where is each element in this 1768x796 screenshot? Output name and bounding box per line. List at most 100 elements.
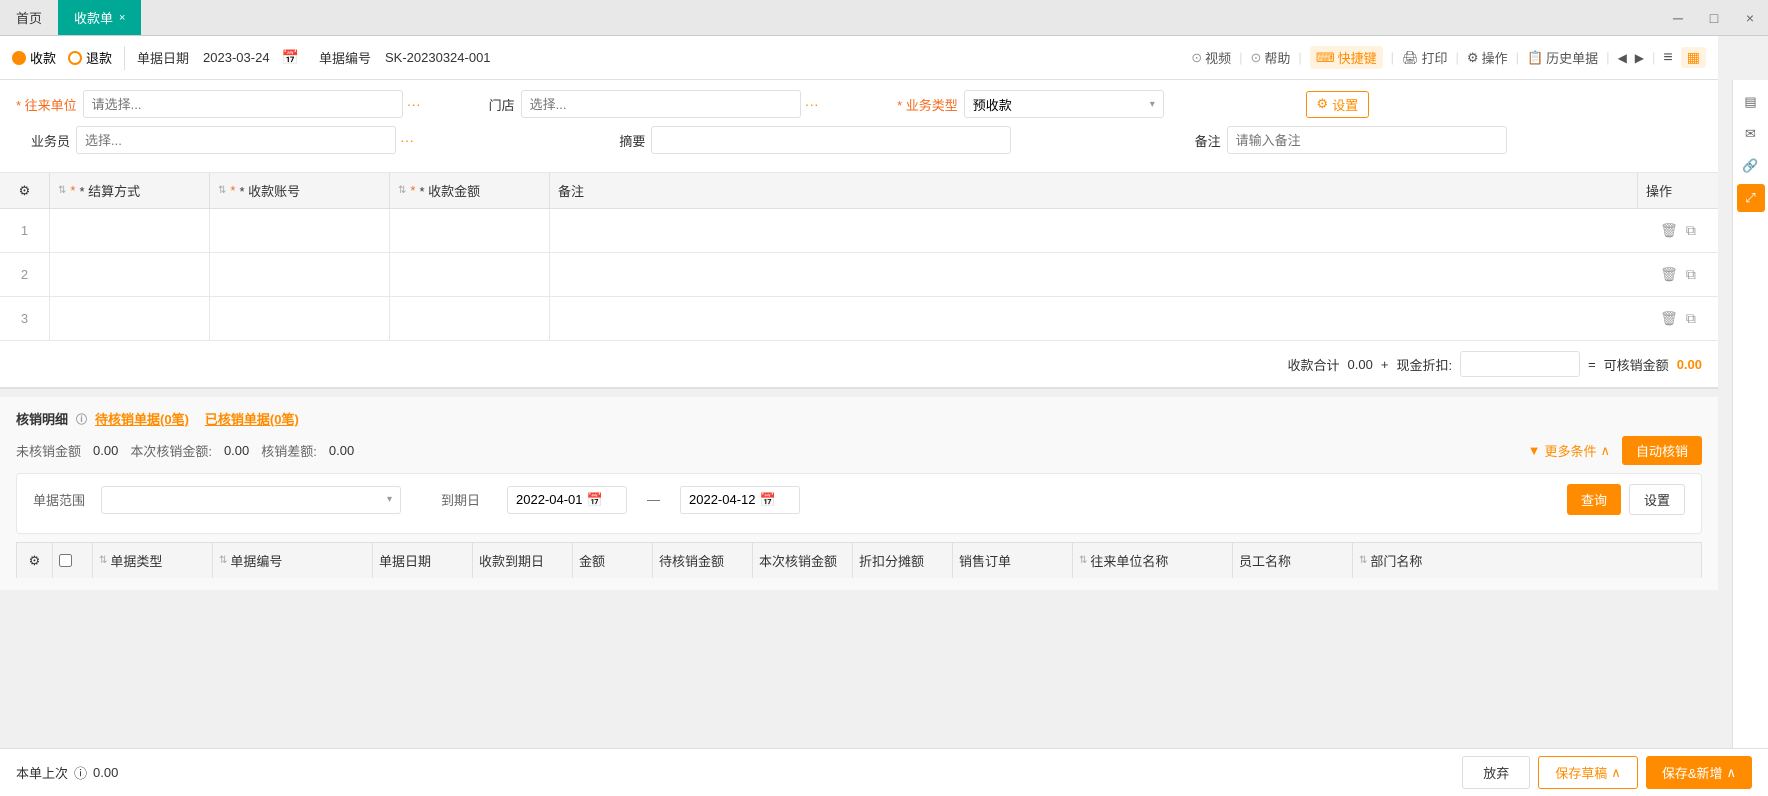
sidebar-icon-table[interactable]: ▤ (1737, 88, 1765, 116)
row-1-settlement[interactable] (50, 209, 210, 252)
row-3-copy-icon[interactable]: ⧉ (1686, 310, 1696, 327)
tab-bar: 首页 收款单 × ─ □ × (0, 0, 1768, 36)
col-note-label: 备注 (558, 181, 584, 200)
verify-info-icon[interactable]: ⓘ (76, 411, 87, 427)
store-input[interactable] (521, 90, 801, 118)
range-select[interactable]: ▾ (101, 486, 401, 514)
business-type-label: * 业务类型 (897, 95, 964, 114)
row-3-delete-icon[interactable]: 🗑 (1660, 310, 1678, 327)
auto-verify-button[interactable]: 自动核销 (1622, 436, 1702, 465)
required-star-3: * (410, 183, 415, 198)
detail-col-checkbox[interactable] (53, 543, 93, 578)
info-circle-icon[interactable]: ⓘ (74, 763, 87, 782)
row-1-copy-icon[interactable]: ⧉ (1686, 222, 1696, 239)
tab-home[interactable]: 首页 (0, 0, 58, 35)
counterpart-section: * 往来单位 ··· (16, 90, 421, 118)
print-button[interactable]: 🖨 打印 (1402, 48, 1448, 67)
tab-receipt[interactable]: 收款单 × (58, 0, 141, 35)
query-label: 查询 (1581, 493, 1607, 508)
detail-settings-cell[interactable]: ⚙ (17, 543, 53, 578)
sidebar-icon-message[interactable]: ✉ (1737, 120, 1765, 148)
save-draft-button[interactable]: 保存草稿 ∧ (1538, 756, 1638, 789)
verify-title: 核销明细 ⓘ 待核销单据(0笔) 已核销单据(0笔) (16, 409, 1702, 428)
save-new-button[interactable]: 保存&新增 ∧ (1646, 756, 1752, 789)
message-icon: ✉ (1745, 126, 1756, 142)
help-button[interactable]: ⊙ 帮助 (1251, 48, 1291, 67)
video-label: 视频 (1205, 48, 1231, 67)
date-range-dash: — (647, 492, 660, 507)
row-1-note[interactable] (550, 209, 1638, 252)
done-tab[interactable]: 已核销单据(0笔) (205, 409, 299, 428)
settings-gear-icon: ⚙ (1317, 96, 1329, 112)
verify-settings-button[interactable]: 设置 (1629, 484, 1685, 515)
row-1-delete-icon[interactable]: 🗑 (1660, 222, 1678, 239)
form-area: * 往来单位 ··· 门店 ··· * 业务类型 预收款 ▾ ⚙ 设置 (0, 80, 1718, 173)
tab-close-icon[interactable]: × (119, 12, 125, 24)
prev-button[interactable]: ◀ (1618, 51, 1627, 65)
sidebar-icon-link[interactable]: 🔗 (1737, 152, 1765, 180)
required-star-2: * (230, 183, 235, 198)
layout-icon[interactable]: ≡ (1663, 49, 1672, 67)
calendar-icon[interactable]: 📅 (282, 49, 299, 66)
row-3-amount[interactable] (390, 297, 550, 340)
filter-row: 单据范围 ▾ 到期日 2022-04-01 📅 — 2022-04-12 📅 (33, 484, 1685, 515)
toolbar: 收款 退款 单据日期 2023-03-24 📅 单据编号 SK-20230324… (0, 36, 1718, 80)
history-button[interactable]: 📋 历史单据 (1527, 48, 1598, 67)
receipt-table: ⚙ ⇅ * * 结算方式 ⇅ * * 收款账号 ⇅ * * 收款金额 备注 操作 (0, 173, 1718, 341)
store-more-icon[interactable]: ··· (805, 96, 819, 112)
staff-more-icon[interactable]: ··· (400, 132, 414, 148)
row-1-amount[interactable] (390, 209, 550, 252)
abandon-button[interactable]: 放弃 (1462, 756, 1530, 789)
row-2-note[interactable] (550, 253, 1638, 296)
table-row: 3 🗑 ⧉ (0, 297, 1718, 341)
radio-shoukuan[interactable]: 收款 (12, 48, 56, 67)
staff-input[interactable] (76, 126, 396, 154)
select-all-checkbox[interactable] (59, 554, 72, 567)
radio-tuikuan[interactable]: 退款 (68, 48, 112, 67)
date-to-input[interactable]: 2022-04-12 📅 (680, 486, 800, 514)
row-2-account[interactable] (210, 253, 390, 296)
filter-icon: ▼ (1528, 443, 1541, 458)
abstract-input[interactable] (651, 126, 1011, 154)
row-2-copy-icon[interactable]: ⧉ (1686, 266, 1696, 283)
row-3-account[interactable] (210, 297, 390, 340)
row-3-settlement[interactable] (50, 297, 210, 340)
note-input[interactable] (1227, 126, 1507, 154)
row-2-amount[interactable] (390, 253, 550, 296)
counterpart-more-icon[interactable]: ··· (407, 96, 421, 112)
counterpart-input[interactable] (83, 90, 403, 118)
pending-tab[interactable]: 待核销单据(0笔) (95, 409, 189, 428)
minimize-button[interactable]: ─ (1660, 0, 1696, 36)
business-type-select[interactable]: 预收款 ▾ (964, 90, 1164, 118)
date-from-input[interactable]: 2022-04-01 📅 (507, 486, 627, 514)
maximize-button[interactable]: □ (1696, 0, 1732, 36)
current-value: 0.00 (224, 443, 249, 458)
more-conditions-button[interactable]: ▼ 更多条件 ∧ (1528, 441, 1610, 460)
detail-col-amount-label: 金额 (579, 551, 605, 570)
note-section: 备注 (1167, 126, 1702, 154)
tab-home-label: 首页 (16, 8, 42, 27)
row-2-delete-icon[interactable]: 🗑 (1660, 266, 1678, 283)
discount-input[interactable] (1460, 351, 1580, 377)
row-2-settlement[interactable] (50, 253, 210, 296)
counterpart-label: * 往来单位 (16, 95, 83, 114)
row-1-account[interactable] (210, 209, 390, 252)
col-settlement-label: * 结算方式 (79, 181, 140, 200)
more-conditions-label: 更多条件 (1544, 441, 1596, 460)
next-button[interactable]: ▶ (1635, 51, 1644, 65)
due-date-label: 到期日 (441, 490, 491, 509)
verify-stats: 未核销金额 0.00 本次核销金额: 0.00 核销差额: 0.00 ▼ 更多条… (16, 436, 1702, 465)
shortcut-button[interactable]: ⌨ 快捷键 (1310, 46, 1383, 69)
date-to-value: 2022-04-12 (689, 492, 756, 507)
video-button[interactable]: ⊙ 视频 (1191, 48, 1231, 67)
settings-button[interactable]: ⚙ 设置 (1306, 91, 1370, 118)
table-icon[interactable]: ▦ (1681, 47, 1706, 68)
row-3-note[interactable] (550, 297, 1638, 340)
query-button[interactable]: 查询 (1567, 484, 1621, 515)
operations-button[interactable]: ⚙ 操作 (1467, 48, 1508, 67)
table-settings-cell[interactable]: ⚙ (0, 173, 50, 208)
sidebar-icon-expand[interactable]: ⤢ (1737, 184, 1765, 212)
window-controls: ─ □ × (1660, 0, 1768, 36)
close-button[interactable]: × (1732, 0, 1768, 36)
verify-tabs: 待核销单据(0笔) 已核销单据(0笔) (95, 409, 299, 428)
